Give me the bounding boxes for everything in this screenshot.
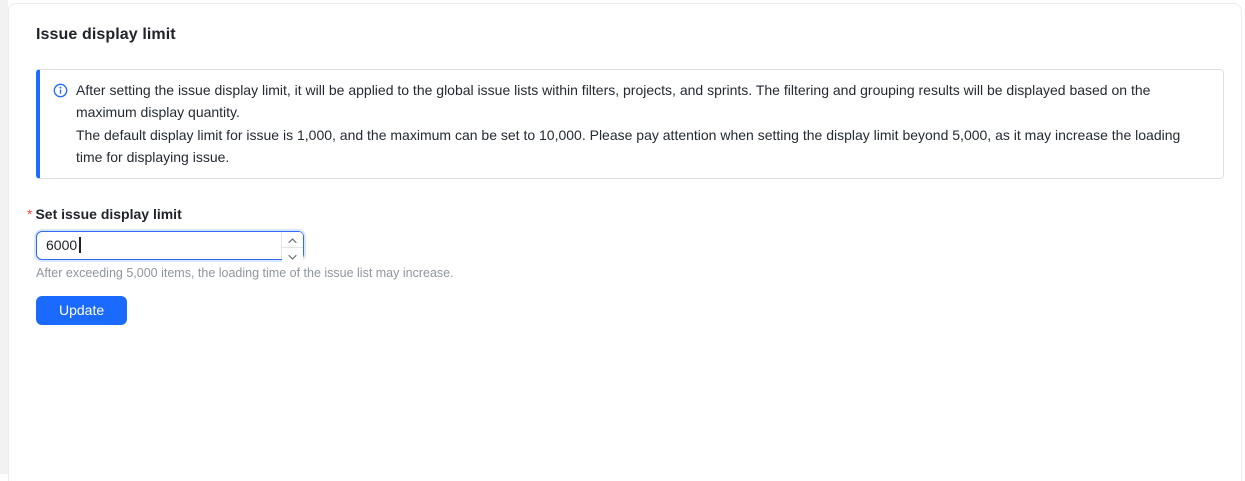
stepper-decrement-button[interactable] [282,247,303,263]
page-left-gutter [0,0,8,474]
info-icon [53,83,68,102]
notice-paragraph-2: The default display limit for issue is 1… [76,126,1181,166]
settings-panel: Issue display limit After setting the is… [8,3,1242,481]
field-label-row: * Set issue display limit [27,205,1221,222]
text-caret [79,236,81,253]
notice-paragraph-1: After setting the issue display limit, i… [76,82,1151,121]
field-label: Set issue display limit [35,205,182,222]
page-title: Issue display limit [36,26,176,43]
number-stepper [281,231,303,263]
notice-text: After setting the issue display limit, i… [76,79,1203,169]
issue-limit-input[interactable] [37,231,281,259]
chevron-down-icon [288,248,297,263]
required-asterisk: * [27,205,33,222]
issue-limit-input-wrapper [36,230,304,263]
chevron-up-icon [288,232,297,247]
info-notice-box: After setting the issue display limit, i… [36,69,1224,179]
update-button[interactable]: Update [36,295,128,325]
stepper-increment-button[interactable] [282,231,303,248]
field-helper-text: After exceeding 5,000 items, the loading… [36,265,454,280]
